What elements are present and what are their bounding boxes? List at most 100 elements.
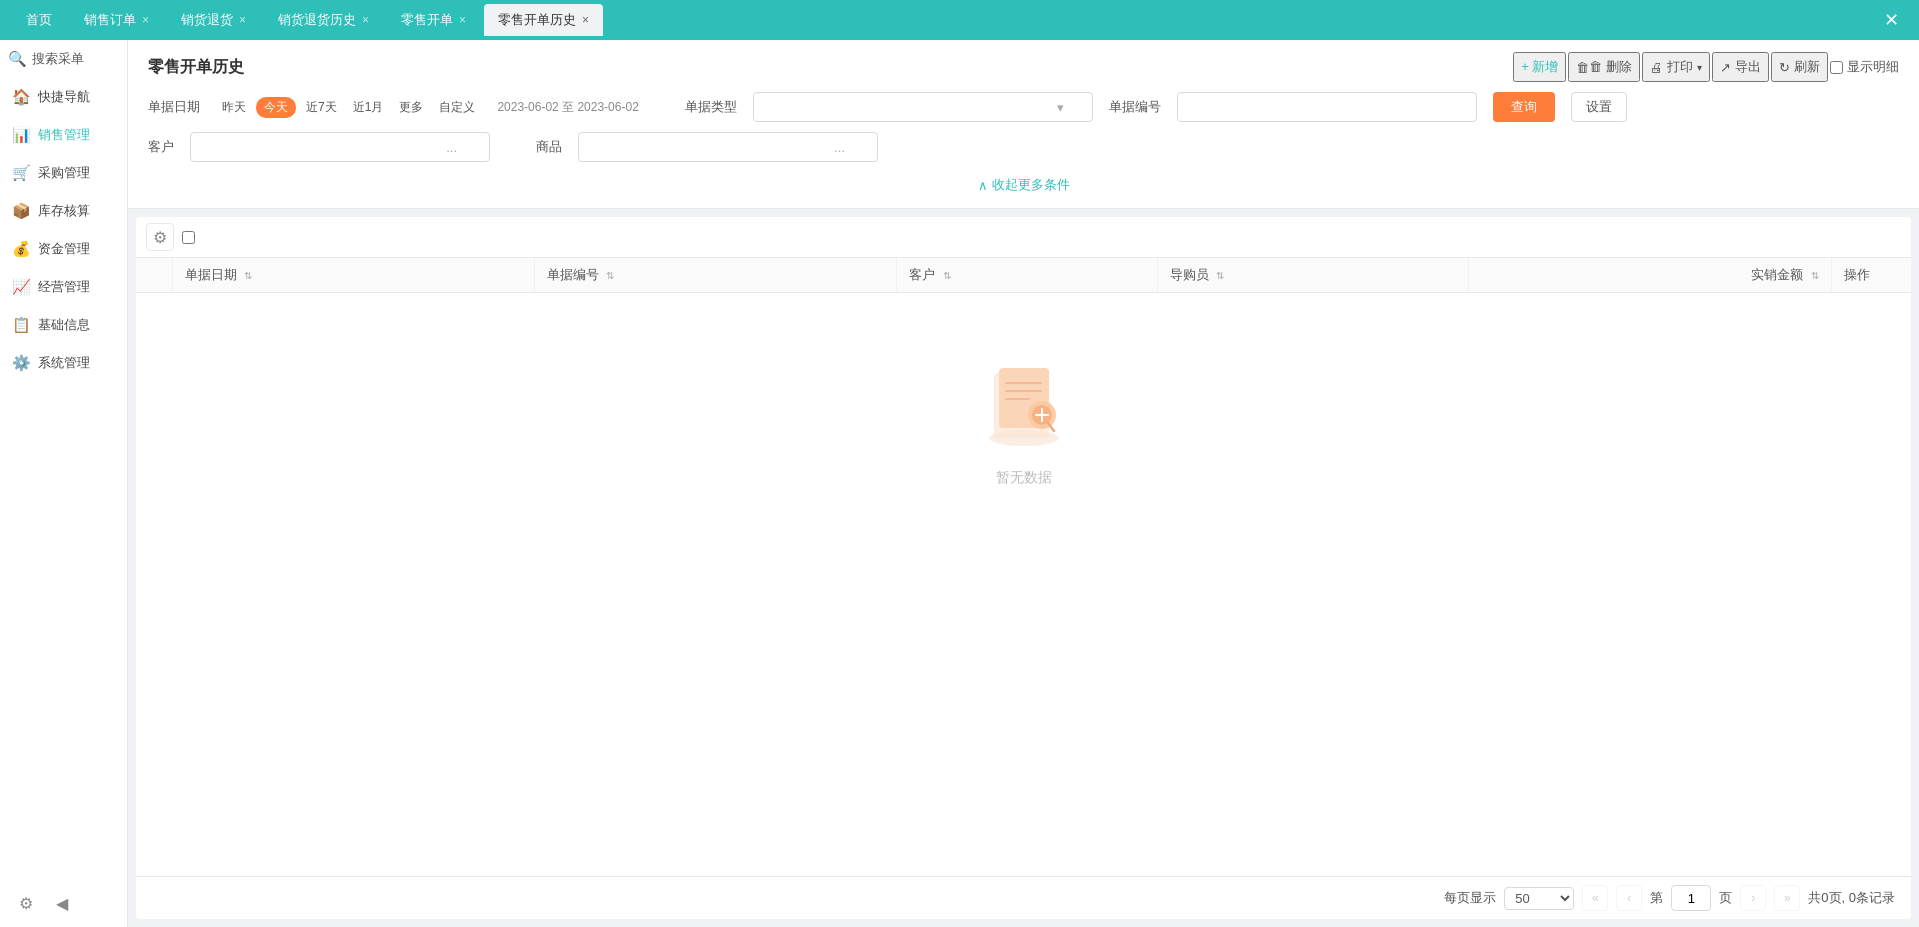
top-nav-bar: 首页 销售订单 × 销货退货 × 销货退货历史 × 零售开单 × 零售开单历史 …: [0, 0, 1919, 40]
cart-icon: 🛒: [12, 164, 30, 182]
chart-icon: 📊: [12, 126, 30, 144]
close-tab-retail-open[interactable]: ×: [459, 13, 466, 27]
sidebar-gear-button[interactable]: ⚙: [12, 889, 40, 917]
doc-type-label: 单据类型: [685, 98, 737, 116]
tab-home[interactable]: 首页: [12, 4, 66, 36]
money-icon: 💰: [12, 240, 30, 258]
print-dropdown-icon: ▾: [1697, 62, 1702, 73]
th-date[interactable]: 单据日期 ⇅: [172, 258, 534, 293]
page-unit: 页: [1719, 889, 1732, 907]
table-settings-icon[interactable]: ⚙: [146, 223, 174, 251]
delete-button[interactable]: 🗑 🗑 删除: [1568, 52, 1640, 82]
date-label: 单据日期: [148, 98, 200, 116]
close-tab-sales-return-history[interactable]: ×: [362, 13, 369, 27]
delete-icon: 🗑: [1576, 60, 1589, 75]
th-customer[interactable]: 客户 ⇅: [897, 258, 1158, 293]
query-button[interactable]: 查询: [1493, 92, 1555, 122]
goods-ellipsis[interactable]: ...: [830, 140, 849, 155]
sidebar-collapse-button[interactable]: ◀: [48, 889, 76, 917]
doc-type-dropdown-icon: ▾: [1057, 100, 1064, 115]
sidebar-item-finance[interactable]: 💰 资金管理: [0, 230, 127, 268]
close-tab-sales-return[interactable]: ×: [239, 13, 246, 27]
sidebar-search[interactable]: 🔍 搜索采单: [0, 40, 127, 78]
sort-amount-icon: ⇅: [1811, 270, 1819, 281]
display-detail-input[interactable]: [1830, 61, 1843, 74]
date-1month[interactable]: 近1月: [347, 97, 390, 118]
empty-text: 暂无数据: [996, 469, 1052, 487]
main-layout: 🔍 搜索采单 🏠 快捷导航 📊 销售管理 🛒 采购管理 📦 库存核算 💰 资金管…: [0, 40, 1919, 927]
refresh-icon: ↻: [1779, 60, 1790, 75]
sidebar-item-basic-info[interactable]: 📋 基础信息: [0, 306, 127, 344]
th-actions: 操作: [1831, 258, 1911, 293]
operation-icon: 📈: [12, 278, 30, 296]
empty-illustration: [974, 353, 1074, 453]
sidebar-item-sales-mgmt[interactable]: 📊 销售管理: [0, 116, 127, 154]
page-title: 零售开单历史: [148, 57, 244, 78]
sidebar-item-quick-nav[interactable]: 🏠 快捷导航: [0, 78, 127, 116]
content-area: 零售开单历史 + 新增 🗑 🗑 删除 🖨 打印 ▾ ↗ 导出 ↻: [128, 40, 1919, 927]
collapse-icon: ∧: [978, 178, 988, 193]
gear-icon: ⚙: [153, 228, 167, 247]
page-label: 第: [1650, 889, 1663, 907]
collapse-filter-button[interactable]: ∧ 收起更多条件: [148, 172, 1899, 198]
goods-label: 商品: [536, 138, 562, 156]
tab-retail-open-history[interactable]: 零售开单历史 ×: [484, 4, 603, 36]
close-tab-sales-order[interactable]: ×: [142, 13, 149, 27]
sort-no-icon: ⇅: [606, 270, 614, 281]
filter-row-2: 客户 ... 商品 ...: [148, 132, 1899, 162]
total-info: 共0页, 0条记录: [1808, 889, 1895, 907]
date-range-display: 2023-06-02 至 2023-06-02: [497, 99, 638, 116]
system-icon: ⚙️: [12, 354, 30, 372]
add-button[interactable]: + 新增: [1513, 52, 1566, 82]
empty-area: 暂无数据: [136, 293, 1911, 547]
home-icon: 🏠: [12, 88, 30, 106]
page-number-input[interactable]: [1671, 885, 1711, 911]
doc-no-input[interactable]: [1177, 92, 1477, 122]
refresh-button[interactable]: ↻ 刷新: [1771, 52, 1828, 82]
print-button[interactable]: 🖨 打印 ▾: [1642, 52, 1710, 82]
next-page-button[interactable]: ›: [1740, 885, 1766, 911]
display-detail-checkbox[interactable]: 显示明细: [1830, 58, 1899, 76]
sidebar-item-system[interactable]: ⚙️ 系统管理: [0, 344, 127, 382]
header-toolbar: + 新增 🗑 🗑 删除 🖨 打印 ▾ ↗ 导出 ↻ 刷新: [1513, 52, 1899, 82]
date-more[interactable]: 更多: [393, 97, 429, 118]
close-tab-retail-open-history[interactable]: ×: [582, 13, 589, 27]
customer-select[interactable]: ...: [190, 132, 490, 162]
search-icon: 🔍: [8, 50, 26, 68]
close-all-tabs-button[interactable]: ✕: [1876, 9, 1907, 31]
box-icon: 📦: [12, 202, 30, 220]
sort-salesman-icon: ⇅: [1216, 270, 1224, 281]
sidebar-item-purchase-mgmt[interactable]: 🛒 采购管理: [0, 154, 127, 192]
export-button[interactable]: ↗ 导出: [1712, 52, 1769, 82]
prev-page-button[interactable]: ‹: [1616, 885, 1642, 911]
table-wrapper: ⚙ 单据日期 ⇅ 单据编号: [136, 217, 1911, 919]
basic-info-icon: 📋: [12, 316, 30, 334]
settings-button[interactable]: 设置: [1571, 92, 1627, 122]
date-custom[interactable]: 自定义: [433, 97, 481, 118]
th-amount[interactable]: 实销金额 ⇅: [1469, 258, 1831, 293]
page-size-select[interactable]: 50 10 20 100: [1504, 887, 1574, 910]
date-yesterday[interactable]: 昨天: [216, 97, 252, 118]
tab-sales-order[interactable]: 销售订单 ×: [70, 4, 163, 36]
date-shortcuts: 昨天 今天 近7天 近1月 更多 自定义: [216, 97, 481, 118]
th-salesman[interactable]: 导购员 ⇅: [1157, 258, 1468, 293]
sort-customer-icon: ⇅: [943, 270, 951, 281]
tab-retail-open[interactable]: 零售开单 ×: [387, 4, 480, 36]
last-page-button[interactable]: »: [1774, 885, 1800, 911]
sidebar-item-operation[interactable]: 📈 经营管理: [0, 268, 127, 306]
th-checkbox: [136, 258, 172, 293]
tab-sales-return[interactable]: 销货退货 ×: [167, 4, 260, 36]
goods-select[interactable]: ...: [578, 132, 878, 162]
th-no[interactable]: 单据编号 ⇅: [534, 258, 896, 293]
date-today[interactable]: 今天: [256, 97, 296, 118]
select-all-checkbox[interactable]: [182, 231, 195, 244]
date-7days[interactable]: 近7天: [300, 97, 343, 118]
doc-type-select[interactable]: ▾: [753, 92, 1093, 122]
customer-ellipsis[interactable]: ...: [442, 140, 461, 155]
customer-label: 客户: [148, 138, 174, 156]
table-toolbar: ⚙: [136, 217, 1911, 258]
first-page-button[interactable]: «: [1582, 885, 1608, 911]
tab-sales-return-history[interactable]: 销货退货历史 ×: [264, 4, 383, 36]
sidebar-item-inventory[interactable]: 📦 库存核算: [0, 192, 127, 230]
pagination: 每页显示 50 10 20 100 « ‹ 第 页 › » 共0页, 0条记录: [136, 876, 1911, 919]
